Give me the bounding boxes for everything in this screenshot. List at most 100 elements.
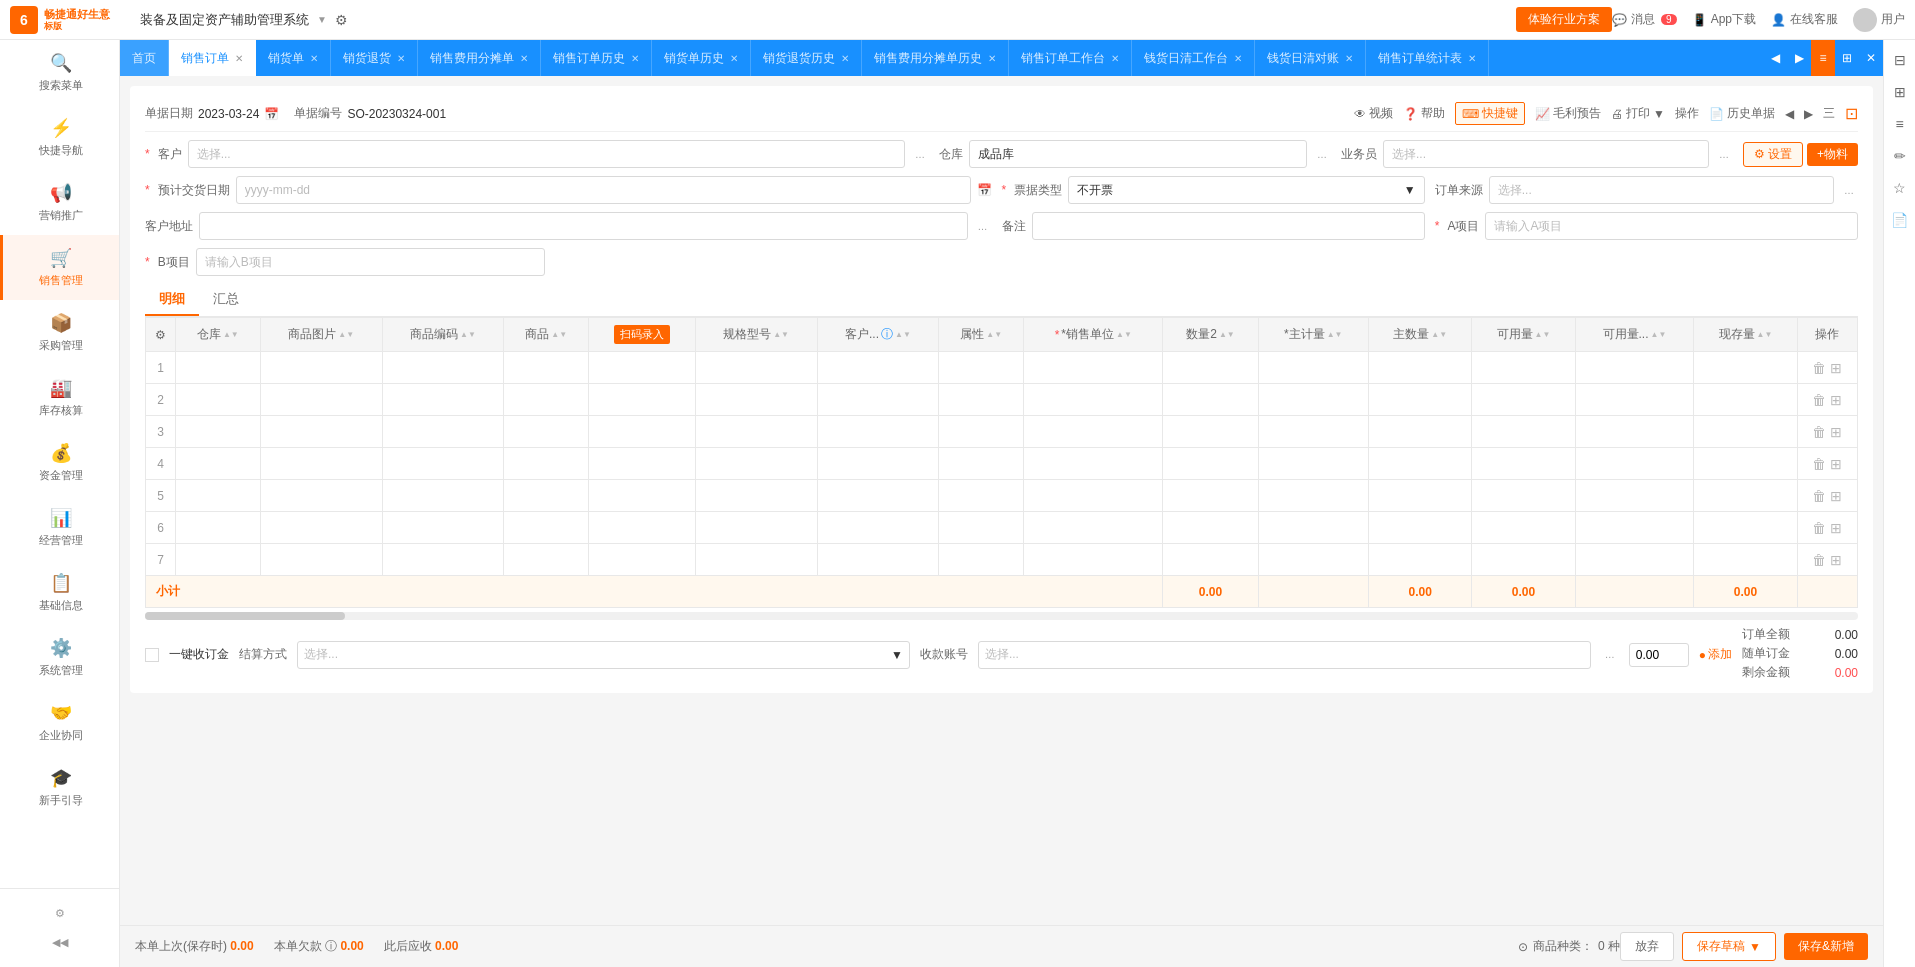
tab-close-expense-history[interactable]: ✕ xyxy=(988,53,996,64)
row2-product[interactable] xyxy=(504,384,589,416)
tab-sales-stats[interactable]: 销售订单统计表 ✕ xyxy=(1366,40,1489,76)
app-download-button[interactable]: 📱 App下载 xyxy=(1692,11,1756,28)
discard-button[interactable]: 放弃 xyxy=(1620,932,1674,961)
row5-delete-icon[interactable]: 🗑 xyxy=(1812,488,1826,504)
row2-img[interactable] xyxy=(260,384,382,416)
tab-close-sales-order[interactable]: ✕ xyxy=(235,53,243,64)
deposit-amount-input[interactable] xyxy=(1629,643,1689,667)
settings-icon[interactable]: ⚙ xyxy=(335,12,348,28)
row3-delete-icon[interactable]: 🗑 xyxy=(1812,424,1826,440)
operation-btn[interactable]: 操作 xyxy=(1675,105,1699,122)
tab-cash-daily[interactable]: 钱货日清工作台 ✕ xyxy=(1132,40,1255,76)
sort-main-unit[interactable]: ▲▼ xyxy=(1327,331,1343,339)
prev-record-btn[interactable]: ◀ xyxy=(1785,107,1794,121)
sidebar-item-sales[interactable]: 🛒 销售管理 xyxy=(0,235,119,300)
customer-input[interactable] xyxy=(188,140,905,168)
row1-customer-code[interactable] xyxy=(817,352,939,384)
th-settings[interactable]: ⚙ xyxy=(146,318,176,352)
tab-home[interactable]: 首页 xyxy=(120,40,169,76)
row1-img[interactable] xyxy=(260,352,382,384)
row2-main-unit[interactable] xyxy=(1258,384,1369,416)
calendar2-icon[interactable]: 📅 xyxy=(977,183,992,197)
view-btn[interactable]: 👁 视频 xyxy=(1354,105,1393,122)
sidebar-collapse-btn[interactable]: ◀◀ xyxy=(0,928,119,957)
rp-icon-4[interactable]: ✏ xyxy=(1888,144,1912,168)
print-btn[interactable]: 🖨 打印 ▼ xyxy=(1611,105,1665,122)
add-payment-btn[interactable]: ● 添加 xyxy=(1699,646,1732,663)
online-service-button[interactable]: 👤 在线客服 xyxy=(1771,11,1838,28)
settings-right-btn[interactable]: ⚙ 设置 xyxy=(1743,142,1803,167)
payment-method-select[interactable]: 选择... ▼ xyxy=(297,641,910,669)
row2-code[interactable] xyxy=(382,384,504,416)
tab-close-order-workbench[interactable]: ✕ xyxy=(1111,53,1119,64)
sort-main-qty[interactable]: ▲▼ xyxy=(1431,331,1447,339)
layout-btn[interactable]: 三 xyxy=(1823,105,1835,122)
sidebar-item-quicknav[interactable]: ⚡ 快捷导航 xyxy=(0,105,119,170)
sidebar-item-baseinfo[interactable]: 📋 基础信息 xyxy=(0,560,119,625)
sidebar-item-collab[interactable]: 🤝 企业协同 xyxy=(0,690,119,755)
row6-delete-icon[interactable]: 🗑 xyxy=(1812,520,1826,536)
fullscreen-btn[interactable]: ⊡ xyxy=(1845,104,1858,123)
tab-prev-btn[interactable]: ◀ xyxy=(1763,40,1787,76)
b-project-input[interactable] xyxy=(196,248,545,276)
deposit-checkbox[interactable] xyxy=(145,648,159,662)
tab-sales-refund[interactable]: 销货退货 ✕ xyxy=(331,40,418,76)
row1-available[interactable] xyxy=(1472,352,1575,384)
scan-btn[interactable]: 扫码录入 xyxy=(614,325,670,344)
notes-input[interactable] xyxy=(1032,212,1425,240)
row4-delete-icon[interactable]: 🗑 xyxy=(1812,456,1826,472)
sort-product-code[interactable]: ▲▼ xyxy=(460,331,476,339)
order-source-more-btn[interactable]: … xyxy=(1840,185,1858,196)
salesperson-input[interactable] xyxy=(1383,140,1709,168)
bank-account-select[interactable]: 选择... xyxy=(978,641,1591,669)
ticket-type-select[interactable]: 不开票 ▼ xyxy=(1068,176,1425,204)
row2-copy-icon[interactable]: ⊞ xyxy=(1830,392,1842,408)
table-scroll-area[interactable]: ⚙ 仓库 ▲▼ 商品图片 xyxy=(145,317,1858,608)
sort-spec[interactable]: ▲▼ xyxy=(773,331,789,339)
row4-copy-icon[interactable]: ⊞ xyxy=(1830,456,1842,472)
save-new-button[interactable]: 保存&新增 xyxy=(1784,933,1868,960)
rp-icon-3[interactable]: ≡ xyxy=(1888,112,1912,136)
row1-scan[interactable] xyxy=(589,352,696,384)
sort-customer-code[interactable]: ▲▼ xyxy=(895,331,911,339)
sidebar-item-finance[interactable]: 💰 资金管理 xyxy=(0,430,119,495)
tab-return-history[interactable]: 销货单历史 ✕ xyxy=(652,40,751,76)
sidebar-item-inventory[interactable]: 🏭 库存核算 xyxy=(0,365,119,430)
row1-available2[interactable] xyxy=(1575,352,1694,384)
row1-warehouse[interactable] xyxy=(176,352,261,384)
row2-available[interactable] xyxy=(1472,384,1575,416)
address-more-btn[interactable]: … xyxy=(974,221,992,232)
warehouse-select[interactable]: 成品库 xyxy=(969,140,1307,168)
row1-delete-icon[interactable]: 🗑 xyxy=(1812,360,1826,376)
tab-close-cash-daily[interactable]: ✕ xyxy=(1234,53,1242,64)
row1-sales-unit[interactable] xyxy=(1024,352,1163,384)
tab-window-btn[interactable]: ⊞ xyxy=(1835,40,1859,76)
sidebar-item-guide[interactable]: 🎓 新手引导 xyxy=(0,755,119,820)
calendar-icon[interactable]: 📅 xyxy=(264,107,279,121)
tab-close-return-history[interactable]: ✕ xyxy=(730,53,738,64)
scroll-thumb[interactable] xyxy=(145,612,345,620)
row2-spec[interactable] xyxy=(695,384,817,416)
row1-spec[interactable] xyxy=(695,352,817,384)
shortcut-btn[interactable]: ⌨ 快捷键 xyxy=(1455,102,1525,125)
row2-available2[interactable] xyxy=(1575,384,1694,416)
row2-warehouse[interactable] xyxy=(176,384,261,416)
sort-product-img[interactable]: ▲▼ xyxy=(338,331,354,339)
address-input[interactable] xyxy=(199,212,968,240)
delivery-date-input[interactable] xyxy=(236,176,971,204)
row2-qty2[interactable] xyxy=(1163,384,1258,416)
tab-close-sales-refund[interactable]: ✕ xyxy=(397,53,405,64)
sort-available2[interactable]: ▲▼ xyxy=(1651,331,1667,339)
tab-refund-history[interactable]: 销货退货历史 ✕ xyxy=(751,40,862,76)
tab-more-btn[interactable]: ≡ xyxy=(1811,40,1835,76)
print-dropdown-icon[interactable]: ▼ xyxy=(1653,107,1665,121)
row1-main-unit[interactable] xyxy=(1258,352,1369,384)
tab-close-refund-history[interactable]: ✕ xyxy=(841,53,849,64)
horizontal-scrollbar[interactable] xyxy=(145,612,1858,620)
tab-expense-split[interactable]: 销售费用分摊单 ✕ xyxy=(418,40,541,76)
order-source-input[interactable] xyxy=(1489,176,1834,204)
row1-qty2[interactable] xyxy=(1163,352,1258,384)
row2-attribute[interactable] xyxy=(939,384,1024,416)
title-dropdown-icon[interactable]: ▼ xyxy=(317,14,327,25)
tab-expense-history[interactable]: 销售费用分摊单历史 ✕ xyxy=(862,40,1009,76)
